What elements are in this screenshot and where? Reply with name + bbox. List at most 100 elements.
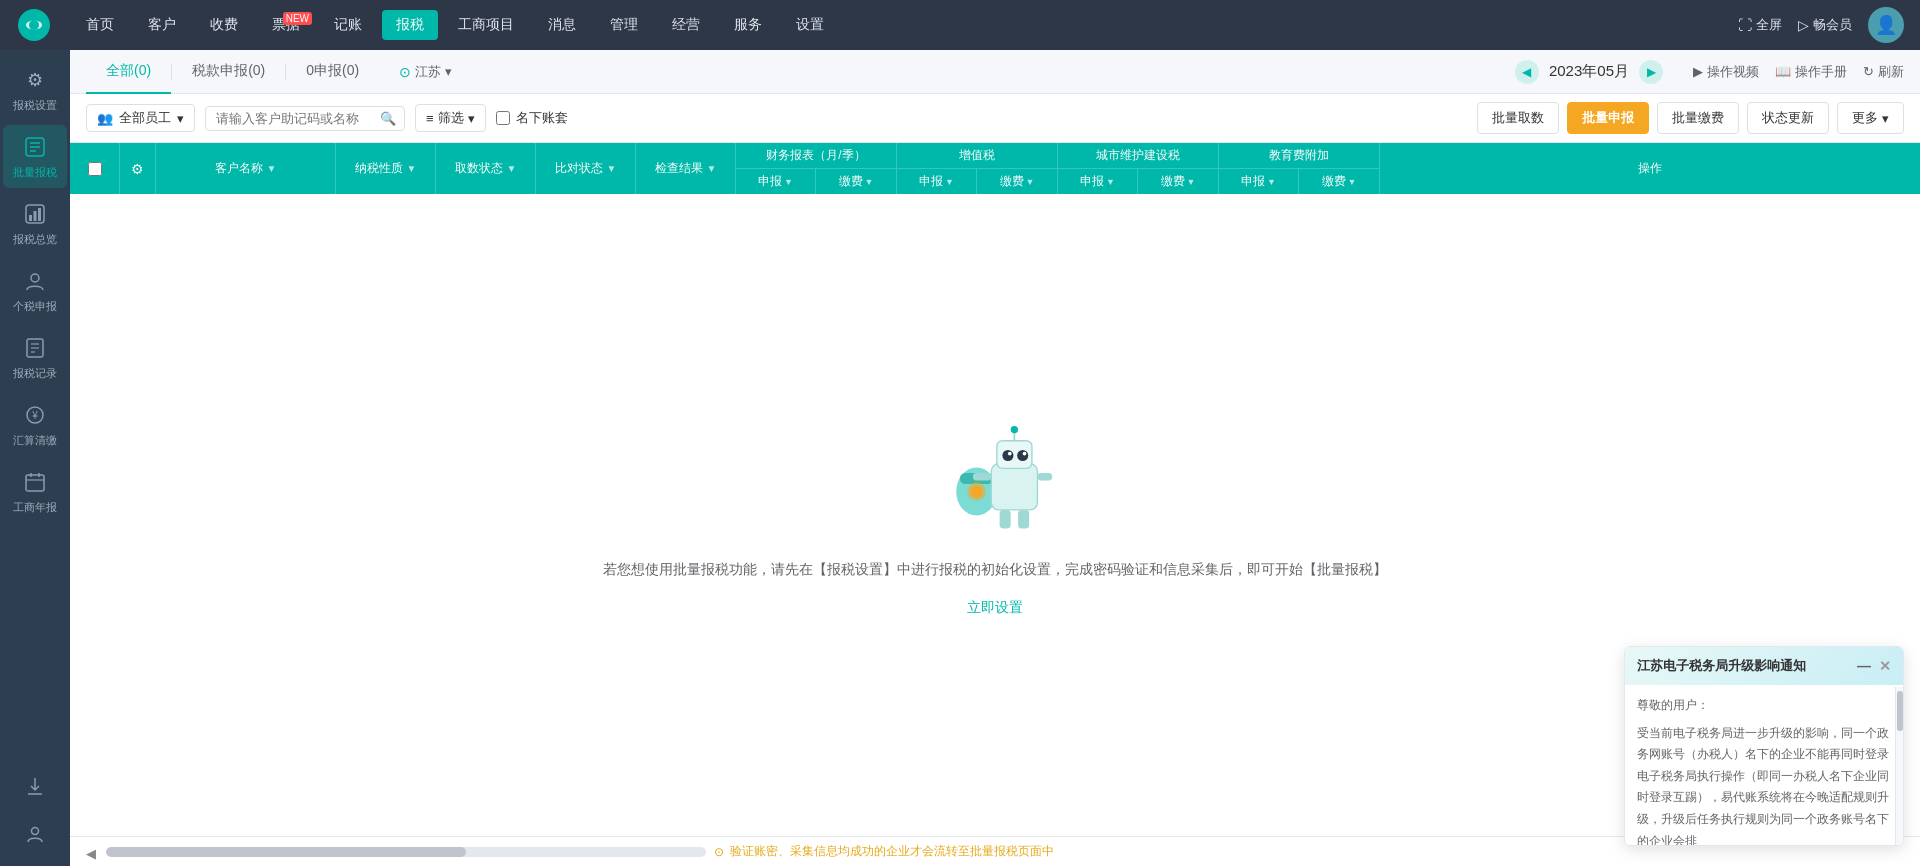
nav-home[interactable]: 首页: [72, 10, 128, 40]
region-select[interactable]: ⊙ 江苏 ▾: [399, 63, 452, 81]
nav-tax[interactable]: 报税: [382, 10, 438, 40]
nav-invoice[interactable]: 票据 NEW: [258, 10, 314, 40]
sidebar-item-batch-tax[interactable]: 批量报税: [3, 125, 67, 188]
svg-point-10: [31, 274, 39, 282]
sidebar-item-tax-record[interactable]: 报税记录: [3, 326, 67, 389]
nav-accounting[interactable]: 记账: [320, 10, 376, 40]
svg-rect-39: [1000, 510, 1011, 528]
filter-icon[interactable]: ▼: [1026, 177, 1035, 187]
vip-icon: ▷: [1798, 17, 1809, 33]
app-logo: [16, 7, 52, 43]
nav-service[interactable]: 服务: [720, 10, 776, 40]
th-city-declare: 申报 ▼: [1058, 169, 1138, 194]
filter-icon[interactable]: ▼: [507, 163, 517, 174]
toolbar-right-buttons: 批量取数 批量申报 批量缴费 状态更新 更多 ▾: [1477, 102, 1904, 134]
notice-minimize-button[interactable]: —: [1857, 658, 1871, 674]
user-icon: [21, 820, 49, 848]
search-input[interactable]: [216, 111, 376, 126]
th-fin-declare: 申报 ▼: [736, 169, 816, 194]
sidebar-item-annual-report[interactable]: 工商年报: [3, 460, 67, 523]
svg-point-31: [1002, 450, 1013, 461]
tab-zero-declare[interactable]: 0申报(0): [286, 50, 379, 94]
filter-icon: ≡: [426, 111, 434, 126]
th-fin-report-group: 财务报表（月/季） 申报 ▼ 缴费 ▼: [736, 143, 897, 194]
nav-operation[interactable]: 经营: [658, 10, 714, 40]
notice-greeting: 尊敬的用户：: [1637, 695, 1891, 717]
chevron-down-icon: ▾: [445, 64, 452, 79]
accounts-checkbox[interactable]: [496, 111, 510, 125]
th-city-pay: 缴费 ▼: [1138, 169, 1218, 194]
filter-icon[interactable]: ▼: [1267, 177, 1276, 187]
notice-content: 受当前电子税务局进一步升级的影响，同一个政务网账号（办税人）名下的企业不能再同时…: [1637, 723, 1891, 845]
svg-point-32: [1017, 450, 1028, 461]
th-city-tax-group: 城市维护建设税 申报 ▼ 缴费 ▼: [1058, 143, 1219, 194]
employee-select[interactable]: 👥 全部员工 ▾: [86, 104, 195, 132]
checkbox-accounts[interactable]: 名下账套: [496, 109, 568, 127]
op-video-button[interactable]: ▶ 操作视频: [1693, 63, 1759, 81]
more-button[interactable]: 更多 ▾: [1837, 102, 1904, 134]
employee-icon: 👥: [97, 111, 113, 126]
th-select-all[interactable]: [70, 143, 120, 194]
status-update-button[interactable]: 状态更新: [1747, 102, 1829, 134]
batch-declare-button[interactable]: 批量申报: [1567, 102, 1649, 134]
filter-icon[interactable]: ▼: [407, 163, 417, 174]
batch-pay-button[interactable]: 批量缴费: [1657, 102, 1739, 134]
nav-settings[interactable]: 设置: [782, 10, 838, 40]
svg-rect-17: [26, 475, 44, 491]
th-check-result: 检查结果 ▼: [636, 143, 736, 194]
filter-icon[interactable]: ▼: [1187, 177, 1196, 187]
search-icon[interactable]: 🔍: [380, 111, 396, 126]
bottom-hint: ⊙ 验证账密、采集信息均成功的企业才会流转至批量报税页面中: [714, 843, 1054, 860]
sidebar-item-tax-settings[interactable]: ⚙ 报税设置: [3, 58, 67, 121]
sidebar-item-personal-tax[interactable]: 个税申报: [3, 259, 67, 322]
sidebar-user[interactable]: [3, 812, 67, 856]
nav-business[interactable]: 工商项目: [444, 10, 528, 40]
sidebar-item-tax-overview[interactable]: 报税总览: [3, 192, 67, 255]
horizontal-scrollbar[interactable]: [106, 847, 706, 857]
notice-scrollbar[interactable]: [1895, 687, 1903, 845]
filter-icon[interactable]: ▼: [865, 177, 874, 187]
nav-customer[interactable]: 客户: [134, 10, 190, 40]
scroll-left-button[interactable]: ◀: [86, 846, 98, 858]
filter-icon[interactable]: ▼: [607, 163, 617, 174]
nav-billing[interactable]: 收费: [196, 10, 252, 40]
tab-all[interactable]: 全部(0): [86, 50, 171, 94]
setup-link[interactable]: 立即设置: [967, 599, 1023, 617]
annual-report-icon: [21, 468, 49, 496]
th-gear[interactable]: ⚙: [120, 143, 156, 194]
filter-icon[interactable]: ▼: [784, 177, 793, 187]
invoice-badge-new: NEW: [283, 12, 312, 25]
sidebar-item-settlement[interactable]: ¥ 汇算清缴: [3, 393, 67, 456]
th-edu-tax-group: 教育费附加 申报 ▼ 缴费 ▼: [1219, 143, 1380, 194]
filter-icon[interactable]: ▼: [1106, 177, 1115, 187]
sidebar: ⚙ 报税设置 批量报税: [0, 50, 70, 866]
notice-close-button[interactable]: ✕: [1879, 658, 1891, 674]
empty-robot-illustration: [935, 413, 1055, 533]
filter-icon[interactable]: ▼: [707, 163, 717, 174]
th-fetch-status: 取数状态 ▼: [436, 143, 536, 194]
sidebar-download[interactable]: [3, 764, 67, 808]
month-prev-button[interactable]: ◀: [1515, 60, 1539, 84]
svg-rect-27: [991, 464, 1037, 510]
select-all-checkbox[interactable]: [88, 162, 102, 176]
svg-rect-7: [29, 215, 32, 221]
nav-message[interactable]: 消息: [534, 10, 590, 40]
fullscreen-button[interactable]: ⛶ 全屏: [1738, 16, 1782, 34]
vip-button[interactable]: ▷ 畅会员: [1798, 16, 1852, 34]
filter-icon[interactable]: ▼: [1348, 177, 1357, 187]
tab-tax-declare[interactable]: 税款申报(0): [172, 50, 285, 94]
svg-rect-40: [1018, 510, 1029, 528]
filter-icon[interactable]: ▼: [267, 163, 277, 174]
th-operation: 操作: [1380, 143, 1920, 194]
refresh-icon: ↻: [1863, 64, 1874, 79]
op-manual-button[interactable]: 📖 操作手册: [1775, 63, 1847, 81]
filter-icon[interactable]: ▼: [945, 177, 954, 187]
notice-title: 江苏电子税务局升级影响通知: [1637, 657, 1806, 675]
user-avatar[interactable]: 👤: [1868, 7, 1904, 43]
filter-button[interactable]: ≡ 筛选 ▾: [415, 104, 486, 132]
batch-fetch-button[interactable]: 批量取数: [1477, 102, 1559, 134]
notice-scroll-thumb: [1897, 691, 1903, 731]
refresh-button[interactable]: ↻ 刷新: [1863, 63, 1904, 81]
month-next-button[interactable]: ▶: [1639, 60, 1663, 84]
nav-management[interactable]: 管理: [596, 10, 652, 40]
